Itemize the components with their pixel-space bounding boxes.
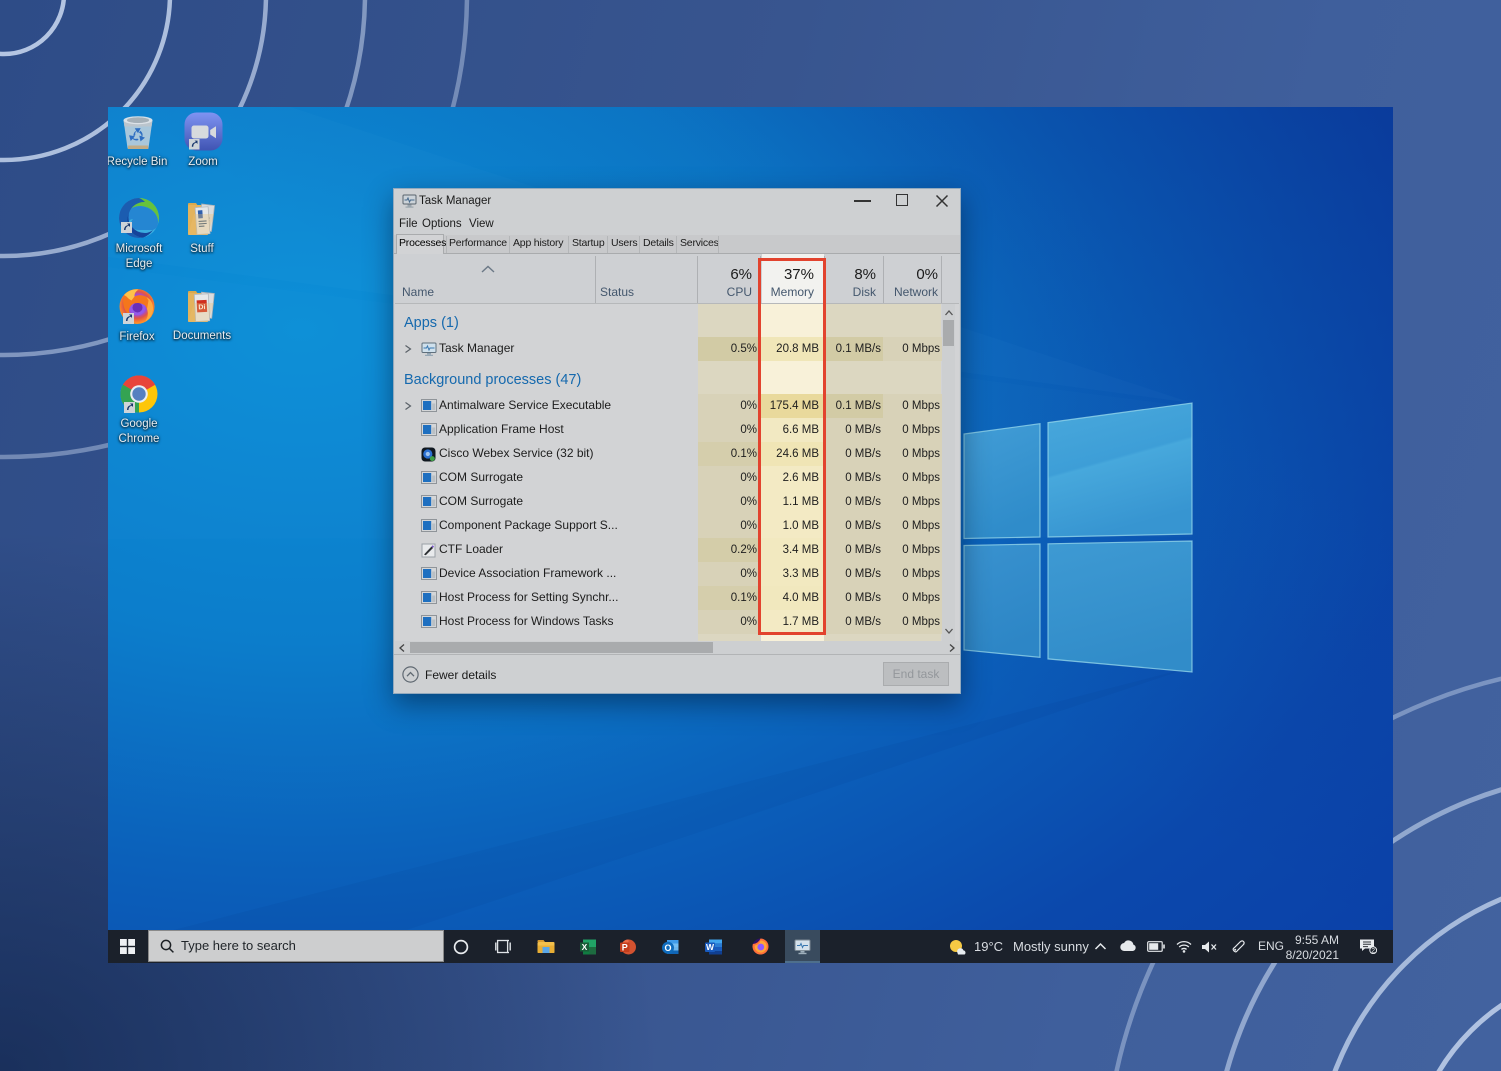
svg-text:X: X bbox=[582, 941, 588, 951]
svg-text:2: 2 bbox=[1371, 948, 1375, 954]
svg-text:O: O bbox=[664, 943, 671, 953]
svg-text:P: P bbox=[622, 942, 628, 952]
svg-text:W: W bbox=[706, 942, 715, 952]
